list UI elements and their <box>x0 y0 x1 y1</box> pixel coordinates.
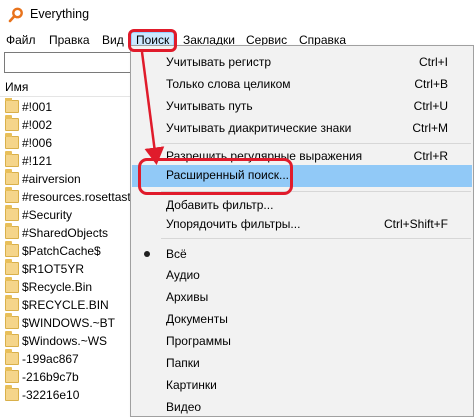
menu-item-add-filter[interactable]: Добавить фильтр... <box>132 195 472 216</box>
folder-icon <box>5 151 19 167</box>
menu-item-filter-folders[interactable]: Папки <box>132 353 472 374</box>
list-item[interactable]: $Windows.~WS <box>0 331 135 350</box>
folder-icon <box>5 259 19 275</box>
search-input[interactable] <box>4 52 132 73</box>
menu-item-filter-programs[interactable]: Программы <box>132 331 472 352</box>
folder-icon <box>5 349 19 365</box>
folder-icon <box>5 98 19 113</box>
list-item[interactable]: #airversion <box>0 169 135 188</box>
menu-item-advanced-search[interactable]: Расширенный поиск... <box>132 165 472 187</box>
menu-item-filter-documents[interactable]: Документы <box>132 309 472 330</box>
folder-icon <box>5 133 19 149</box>
list-item[interactable]: #SharedObjects <box>0 223 135 242</box>
menu-item-match-path[interactable]: Учитывать путь Ctrl+U <box>132 96 472 117</box>
folder-icon <box>5 187 19 203</box>
list-item[interactable]: -32216e10 <box>0 385 135 404</box>
list-item[interactable]: #resources.rosettastone <box>0 187 135 206</box>
column-header-label: Имя <box>5 80 29 94</box>
folder-icon <box>5 241 19 257</box>
folder-icon <box>5 277 19 293</box>
list-item[interactable]: $WINDOWS.~BT <box>0 313 135 332</box>
radio-bullet-icon <box>144 251 150 257</box>
menu-item-regex[interactable]: Разрешить регулярные выражения Ctrl+R <box>132 146 472 167</box>
menu-separator <box>161 143 471 144</box>
list-item[interactable]: #Security <box>0 205 135 224</box>
folder-icon <box>5 385 19 401</box>
window-title: Everything <box>30 7 90 21</box>
list-item[interactable]: #!121 <box>0 151 135 170</box>
list-item[interactable]: #!002 <box>0 115 135 134</box>
everything-app-icon <box>8 7 23 23</box>
menu-item-filter-audio[interactable]: Аудио <box>132 265 472 286</box>
list-item[interactable]: $Recycle.Bin <box>0 277 135 296</box>
menu-separator <box>161 191 471 192</box>
list-item[interactable]: $PatchCache$ <box>0 241 135 260</box>
folder-icon <box>5 223 19 239</box>
menu-edit[interactable]: Правка <box>44 32 95 49</box>
folder-icon <box>5 115 19 131</box>
menu-item-filter-all[interactable]: Всё <box>132 244 472 265</box>
menu-item-diacritics[interactable]: Учитывать диакритические знаки Ctrl+M <box>132 118 472 139</box>
list-item[interactable]: #!006 <box>0 133 135 152</box>
folder-icon <box>5 367 19 383</box>
title-bar: Everything <box>0 0 474 30</box>
menu-separator <box>161 238 471 239</box>
menu-item-filter-pictures[interactable]: Картинки <box>132 375 472 396</box>
file-list: #!001 #!002 #!006 #!121 #airversion #res… <box>0 98 135 417</box>
list-item[interactable]: $R1OT5YR <box>0 259 135 278</box>
menu-item-match-case[interactable]: Учитывать регистр Ctrl+I <box>132 52 472 73</box>
list-item[interactable]: $RECYCLE.BIN <box>0 295 135 314</box>
folder-icon <box>5 169 19 185</box>
menu-item-filter-archives[interactable]: Архивы <box>132 287 472 308</box>
folder-icon <box>5 313 19 329</box>
menu-item-whole-words[interactable]: Только слова целиком Ctrl+B <box>132 74 472 95</box>
menu-view[interactable]: Вид <box>97 32 129 49</box>
list-item[interactable]: -216b9c7b <box>0 367 135 386</box>
menu-file[interactable]: Файл <box>1 32 41 49</box>
folder-icon <box>5 331 19 347</box>
folder-icon <box>5 205 19 221</box>
menu-item-organize-filters[interactable]: Упорядочить фильтры... Ctrl+Shift+F <box>132 214 472 235</box>
column-header-name[interactable]: Имя <box>0 77 135 97</box>
search-menu-dropdown: Учитывать регистр Ctrl+I Только слова це… <box>130 45 474 417</box>
menu-item-filter-video[interactable]: Видео <box>132 397 472 417</box>
list-item[interactable]: #!001 <box>0 98 135 116</box>
folder-icon <box>5 295 19 311</box>
list-item[interactable]: -199ac867 <box>0 349 135 368</box>
